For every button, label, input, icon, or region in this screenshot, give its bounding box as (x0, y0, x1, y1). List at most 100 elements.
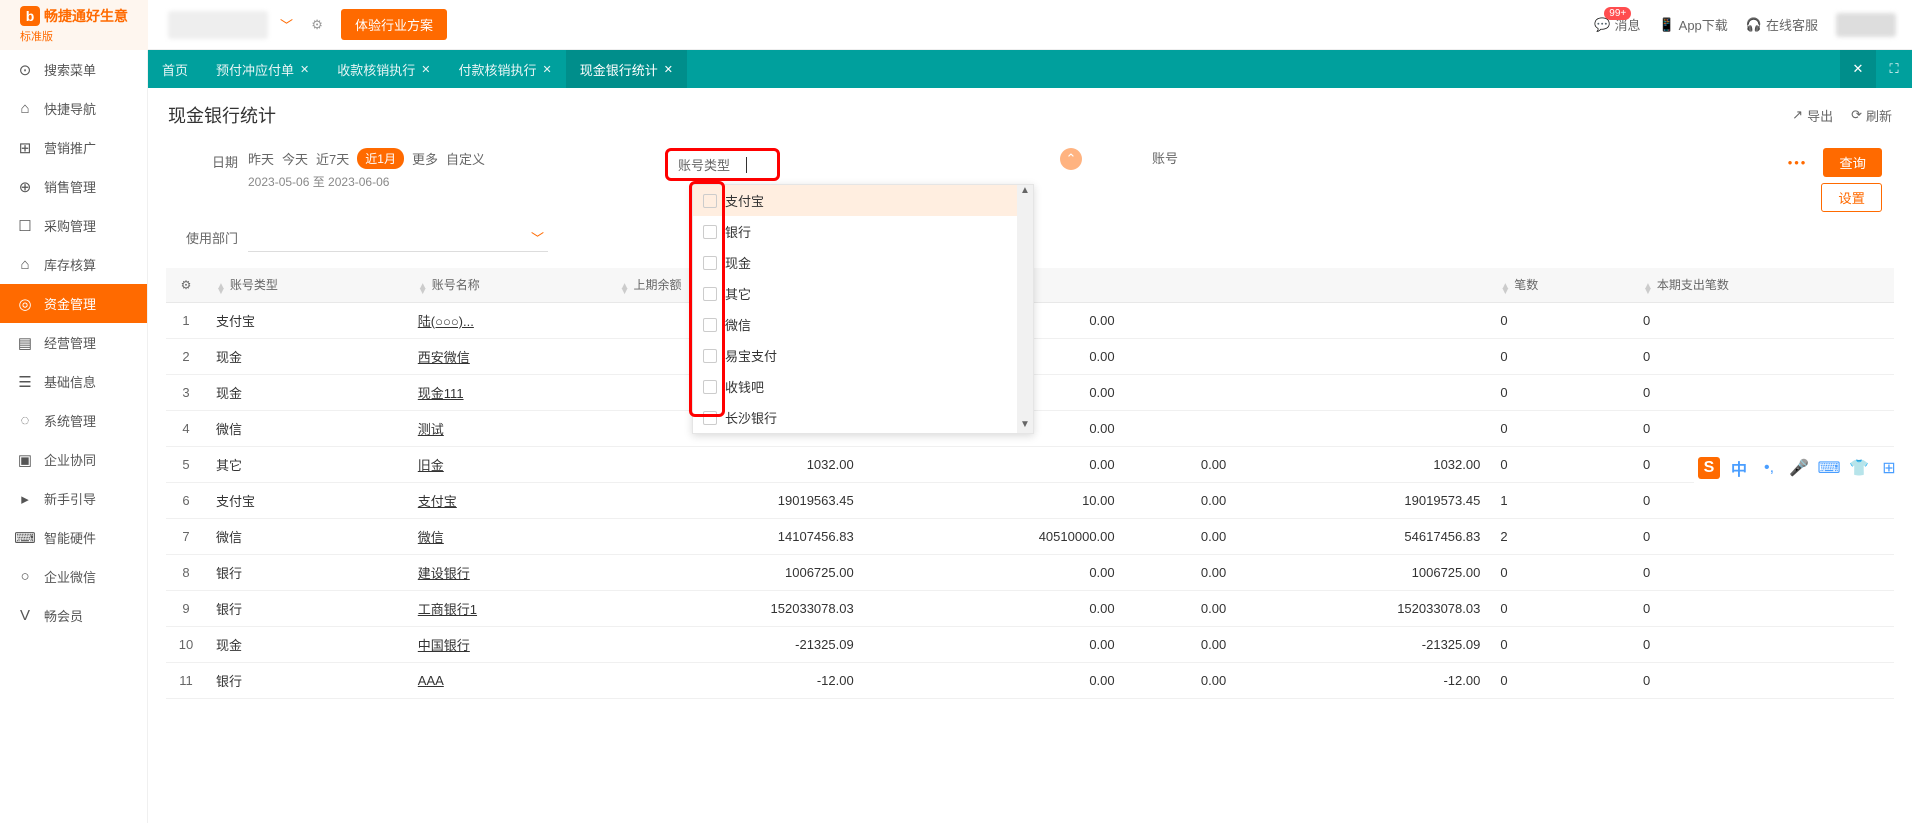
logo[interactable]: b 畅捷通好生意 标准版 (0, 0, 148, 50)
sidebar-item-8[interactable]: ☰基础信息 (0, 362, 147, 401)
cell-c2 (1236, 339, 1490, 375)
skin-icon[interactable]: 👕 (1848, 457, 1870, 479)
dropdown-item-6[interactable]: 收钱吧 (693, 371, 1033, 402)
cell-account-name[interactable]: 中国银行 (408, 627, 610, 663)
tab-2[interactable]: 收款核销执行✕ (323, 50, 444, 88)
cell-account-name[interactable]: 建设银行 (408, 555, 610, 591)
user-avatar[interactable] (1836, 13, 1896, 37)
dropdown-item-3[interactable]: 其它 (693, 278, 1033, 309)
checkbox[interactable] (703, 225, 717, 239)
column-header-5[interactable] (1125, 268, 1237, 303)
column-header-0[interactable]: ⚙ (166, 268, 206, 303)
sidebar-item-7[interactable]: ▤经营管理 (0, 323, 147, 362)
dropdown-item-5[interactable]: 易宝支付 (693, 340, 1033, 371)
sort-icon[interactable]: ▲▼ (1643, 284, 1653, 294)
tab-close-icon[interactable]: ✕ (664, 63, 673, 76)
tab-close-all-button[interactable]: ✕ (1840, 50, 1876, 88)
app-download-link[interactable]: 📱 App下载 (1658, 15, 1727, 34)
sidebar-item-2[interactable]: ⊞营销推广 (0, 128, 147, 167)
scroll-up-icon[interactable]: ▲ (1020, 185, 1030, 199)
tab-4[interactable]: 现金银行统计✕ (566, 50, 687, 88)
sidebar-item-4[interactable]: ☐采购管理 (0, 206, 147, 245)
export-button[interactable]: ↗ 导出 (1792, 106, 1833, 125)
dept-select[interactable]: ﹀ (248, 224, 548, 252)
tab-1[interactable]: 预付冲应付单✕ (202, 50, 323, 88)
date-option-2[interactable]: 近7天 (316, 149, 349, 168)
sort-icon[interactable]: ▲▼ (1500, 284, 1510, 294)
checkbox[interactable] (703, 287, 717, 301)
gear-icon[interactable]: ⚙ (181, 278, 192, 292)
keyboard-icon[interactable]: ⌨ (1818, 457, 1840, 479)
tab-close-icon[interactable]: ✕ (543, 63, 552, 76)
sidebar-item-3[interactable]: ⊕销售管理 (0, 167, 147, 206)
query-button[interactable]: 查询 (1823, 148, 1882, 177)
gear-icon[interactable]: ⚙ (305, 13, 329, 37)
chevron-down-icon[interactable]: ﹀ (280, 15, 293, 34)
company-selector[interactable] (168, 11, 268, 39)
toolbox-icon[interactable]: ⊞ (1878, 457, 1900, 479)
checkbox[interactable] (703, 318, 717, 332)
refresh-button[interactable]: ⟳ 刷新 (1851, 106, 1892, 125)
cell-account-name[interactable]: 工商银行1 (408, 591, 610, 627)
dropdown-item-1[interactable]: 银行 (693, 216, 1033, 247)
sort-icon[interactable]: ▲▼ (216, 284, 226, 294)
trial-button[interactable]: 体验行业方案 (341, 9, 447, 40)
sidebar-item-14[interactable]: V畅会员 (0, 596, 147, 635)
cell-account-name[interactable]: 微信 (408, 519, 610, 555)
ime-lang-toggle[interactable]: 中 (1728, 457, 1750, 479)
column-header-8[interactable]: ▲▼本期支出笔数 (1633, 268, 1894, 303)
date-option-4[interactable]: 更多 (412, 149, 438, 168)
ime-punct-icon[interactable]: •, (1758, 457, 1780, 479)
dropdown-item-2[interactable]: 现金 (693, 247, 1033, 278)
checkbox[interactable] (703, 349, 717, 363)
sidebar-item-5[interactable]: ⌂库存核算 (0, 245, 147, 284)
date-option-3[interactable]: 近1月 (357, 148, 404, 169)
account-type-collapse-button[interactable]: ⌃ (1060, 148, 1082, 170)
dropdown-item-0[interactable]: 支付宝 (693, 185, 1033, 216)
dropdown-scrollbar[interactable]: ▲ ▼ (1017, 185, 1033, 433)
sidebar-item-1[interactable]: ⌂快捷导航 (0, 89, 147, 128)
checkbox[interactable] (703, 256, 717, 270)
cell-account-name[interactable]: 陆(○○○)... (408, 303, 610, 339)
cell-account-name[interactable]: 旧金 (408, 447, 610, 483)
column-header-1[interactable]: ▲▼账号类型 (206, 268, 408, 303)
column-header-7[interactable]: ▲▼笔数 (1490, 268, 1633, 303)
dropdown-item-4[interactable]: 微信 (693, 309, 1033, 340)
scroll-down-icon[interactable]: ▼ (1020, 419, 1030, 433)
cell-account-name[interactable]: 西安微信 (408, 339, 610, 375)
sort-icon[interactable]: ▲▼ (620, 284, 630, 294)
tab-close-icon[interactable]: ✕ (300, 63, 309, 76)
date-option-0[interactable]: 昨天 (248, 149, 274, 168)
settings-button[interactable]: 设置 (1821, 183, 1882, 212)
tab-3[interactable]: 付款核销执行✕ (444, 50, 565, 88)
sort-icon[interactable]: ▲▼ (418, 284, 428, 294)
column-header-2[interactable]: ▲▼账号名称 (408, 268, 610, 303)
date-option-1[interactable]: 今天 (282, 149, 308, 168)
sogou-logo-icon[interactable]: S (1698, 457, 1720, 479)
checkbox[interactable] (703, 411, 717, 425)
checkbox[interactable] (703, 194, 717, 208)
sidebar-item-12[interactable]: ⌨智能硬件 (0, 518, 147, 557)
column-header-6[interactable] (1236, 268, 1490, 303)
sidebar-item-11[interactable]: ▸新手引导 (0, 479, 147, 518)
messages-link[interactable]: 💬 消息 99+ (1594, 15, 1640, 34)
dropdown-item-7[interactable]: 长沙银行 (693, 402, 1033, 433)
sidebar-item-13[interactable]: ○企业微信 (0, 557, 147, 596)
date-option-5[interactable]: 自定义 (446, 149, 485, 168)
sidebar-item-10[interactable]: ▣企业协同 (0, 440, 147, 479)
sidebar-item-9[interactable]: ◌系统管理 (0, 401, 147, 440)
tab-0[interactable]: 首页 (148, 50, 202, 88)
cell-account-name[interactable]: 支付宝 (408, 483, 610, 519)
tab-close-icon[interactable]: ✕ (421, 63, 430, 76)
cell-account-name[interactable]: AAA (408, 663, 610, 699)
mic-icon[interactable]: 🎤 (1788, 457, 1810, 479)
sidebar-icon: ⊙ (16, 61, 34, 79)
online-service-link[interactable]: 🎧 在线客服 (1746, 15, 1818, 34)
tab-expand-button[interactable]: ⛶ (1876, 50, 1912, 88)
checkbox[interactable] (703, 380, 717, 394)
sidebar-item-6[interactable]: ◎资金管理 (0, 284, 147, 323)
cell-account-name[interactable]: 现金111 (408, 375, 610, 411)
more-filters-button[interactable]: ••• (1788, 155, 1808, 170)
cell-account-name[interactable]: 测试 (408, 411, 610, 447)
sidebar-item-0[interactable]: ⊙搜索菜单 (0, 50, 147, 89)
